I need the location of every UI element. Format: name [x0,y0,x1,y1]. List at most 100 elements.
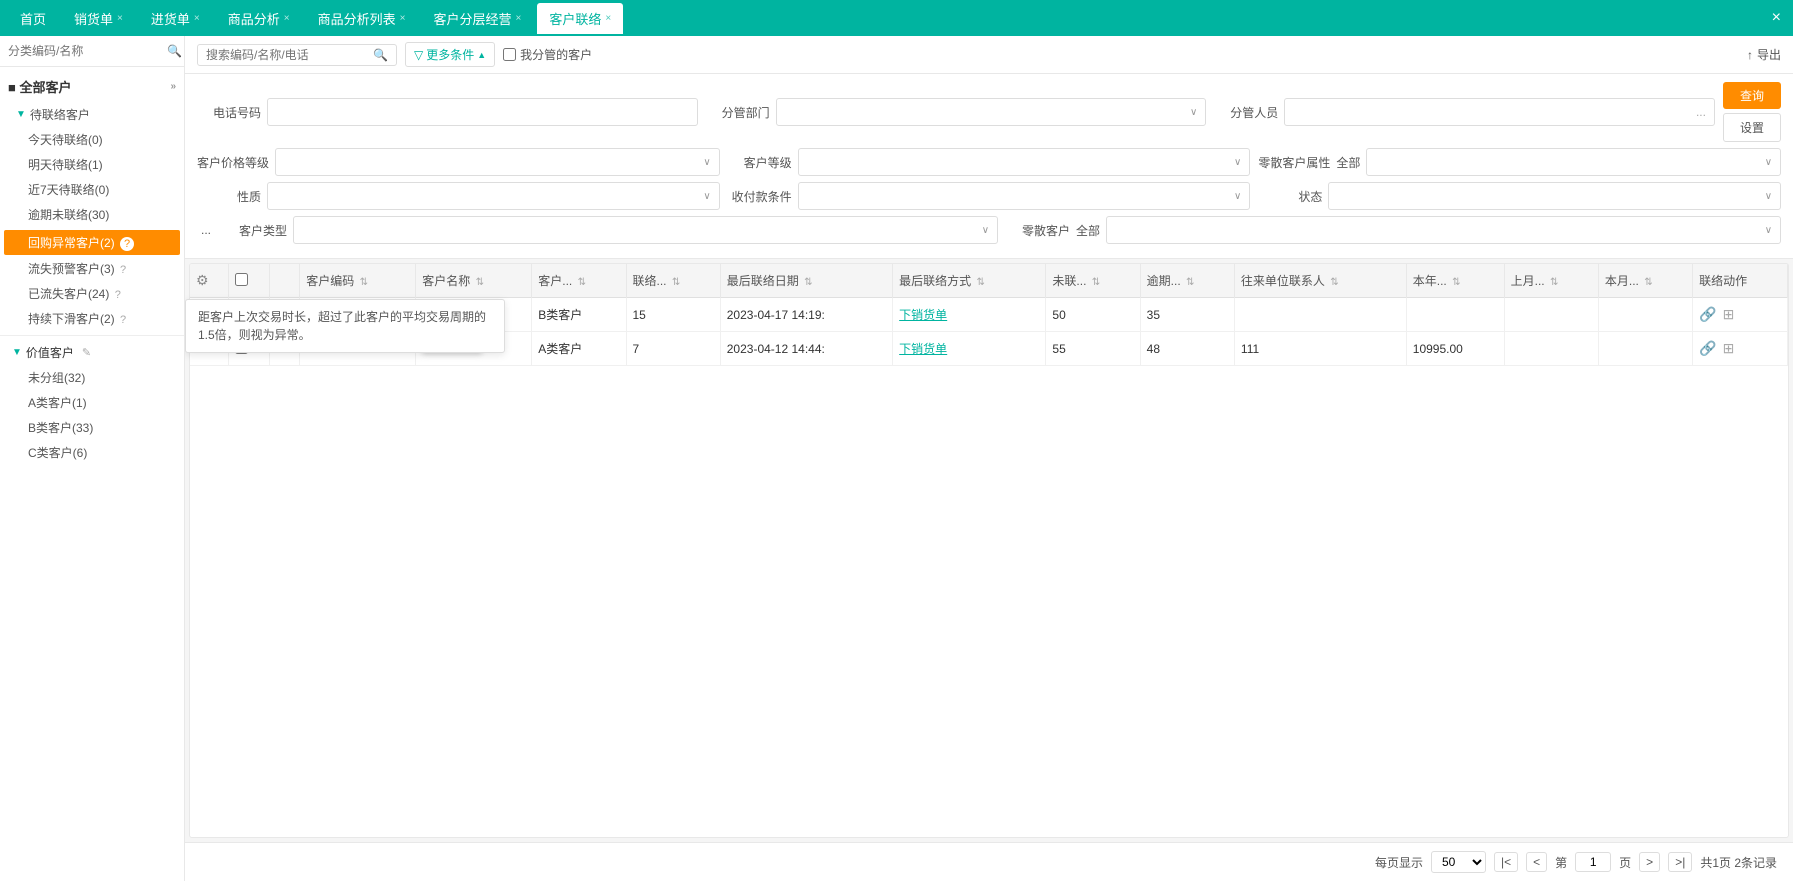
sidebar-value-edit-icon[interactable]: ✎ [82,346,91,359]
th-name[interactable]: 客户名称 ⇅ [416,264,532,298]
th-contact[interactable]: 联络... ⇅ [626,264,720,298]
filter-price-level-select[interactable]: ∨ [275,148,720,176]
filter-dept-select[interactable]: ∨ [776,98,1207,126]
th-this-month[interactable]: 本月... ⇅ [1598,264,1692,298]
sidebar-item-today[interactable]: 今天待联络(0) [0,127,184,152]
tab-sales[interactable]: 销货单 × [62,3,135,34]
filter-icon: ▽ [414,48,423,62]
th-last-month[interactable]: 上月... ⇅ [1504,264,1598,298]
filter-more-button[interactable]: ... [197,219,215,241]
filter-person: 分管人员 ... [1214,98,1715,126]
tab-product-list-close[interactable]: × [400,13,406,24]
sidebar-all-customers[interactable]: ■ 全部客户 » [0,73,184,100]
sidebar-search-input[interactable] [8,44,163,58]
sort-tmonth-icon: ⇅ [1644,277,1652,288]
filter-retail-customer-select[interactable]: ∨ [1106,216,1781,244]
th-last-contact-date[interactable]: 最后联络日期 ⇅ [720,264,892,298]
last-method-link[interactable]: 下销货单 [899,342,947,356]
tab-sales-close[interactable]: × [117,13,123,24]
sidebar-value-customers[interactable]: ▼ 价值客户 ✎ [0,340,184,365]
row-last-method[interactable]: 下销货单 [893,298,1046,332]
query-button[interactable]: 查询 [1723,82,1781,109]
filter-retail-attr-select[interactable]: ∨ [1366,148,1781,176]
tab-purchase-label: 进货单 [151,9,190,28]
sidebar-group-pending: ▼ 待联络客户 今天待联络(0) 明天待联络(1) 近7天待联络(0) 逾期未联… [0,100,184,229]
th-code[interactable]: 客户编码 ⇅ [300,264,416,298]
sidebar-item-overdue[interactable]: 逾期未联络(30) [0,202,184,227]
sidebar-item-class-c[interactable]: C类客户(6) [0,440,184,465]
export-button[interactable]: ↑ 导出 [1747,46,1781,63]
table-settings-icon[interactable]: ⚙ [196,272,209,288]
toolbar-search-icon[interactable]: 🔍 [373,48,388,62]
th-checkbox[interactable] [229,264,269,298]
tab-product-list[interactable]: 商品分析列表 × [306,3,418,34]
my-customers-filter[interactable]: 我分管的客户 [503,46,592,63]
filter-customer-level-select[interactable]: ∨ [798,148,1251,176]
sidebar-item-repurchase-abnormal[interactable]: 回购异常客户(2) ? [4,230,180,255]
sidebar-item-declining[interactable]: 持续下滑客户(2) ? [0,306,184,331]
filter-gender-label: 性质 [197,188,261,205]
page-next-button[interactable]: > [1639,852,1660,872]
tab-product-analysis-close[interactable]: × [284,13,290,24]
sidebar-item-tomorrow[interactable]: 明天待联络(1) [0,152,184,177]
sort-unit-icon: ⇅ [1330,277,1338,288]
filter-retail-customer-arrow: ∨ [1765,225,1772,236]
th-unit-contact[interactable]: 往来单位联系人 ⇅ [1234,264,1406,298]
my-customers-checkbox[interactable] [503,48,516,61]
per-page-select[interactable]: 50 100 200 [1431,851,1486,873]
tab-customer-tier-close[interactable]: × [515,13,521,24]
th-this-year[interactable]: 本年... ⇅ [1406,264,1504,298]
tab-customer-contact[interactable]: 客户联络 × [537,3,623,34]
tab-purchase[interactable]: 进货单 × [139,3,212,34]
sidebar-item-7days[interactable]: 近7天待联络(0) [0,177,184,202]
filter-gender-arrow: ∨ [703,191,710,202]
filter-gender: 性质 ∨ [197,182,720,210]
page-last-button[interactable]: >| [1668,852,1692,872]
sidebar-item-class-b[interactable]: B类客户(33) [0,415,184,440]
filter-dept-arrow: ∨ [1190,107,1197,118]
row-this-year [1406,298,1504,332]
last-method-link[interactable]: 下销货单 [899,308,947,322]
tab-customer-tier[interactable]: 客户分层经营 × [421,3,533,34]
sidebar-item-churn-warning[interactable]: 流失预警客户(3) ? [0,256,184,281]
th-overdue[interactable]: 逾期... ⇅ [1140,264,1234,298]
th-uncontacted[interactable]: 未联... ⇅ [1046,264,1140,298]
filter-status-select[interactable]: ∨ [1328,182,1781,210]
more-conditions-button[interactable]: ▽ 更多条件 ▲ [405,42,495,67]
filter-gender-select[interactable]: ∨ [267,182,720,210]
action-link-icon[interactable]: 🔗 [1699,306,1716,323]
sidebar-search-icon[interactable]: 🔍 [167,44,182,58]
tab-product-analysis[interactable]: 商品分析 × [216,3,302,34]
tab-purchase-close[interactable]: × [194,13,200,24]
toolbar-search-input[interactable] [206,48,369,62]
sidebar-group-pending-title[interactable]: ▼ 待联络客户 [0,102,184,127]
th-type[interactable]: 客户... ⇅ [532,264,626,298]
filter-customer-level: 客户等级 ∨ [728,148,1251,176]
sidebar-item-class-a[interactable]: A类客户(1) [0,390,184,415]
sidebar-item-churned[interactable]: 已流失客户(24) ? [0,281,184,306]
filter-customer-type-select[interactable]: ∨ [293,216,998,244]
tab-home[interactable]: 首页 [8,3,58,34]
filter-person-more[interactable]: ... [1696,105,1706,119]
close-all-button[interactable]: × [1772,9,1781,27]
sort-lmonth-icon: ⇅ [1550,277,1558,288]
filter-payment-select[interactable]: ∨ [798,182,1251,210]
row-uncontacted: 55 [1046,332,1140,366]
page-prev-button[interactable]: < [1526,852,1547,872]
th-settings[interactable]: ⚙ [190,264,229,298]
sidebar-item-unclassified[interactable]: 未分组(32) [0,365,184,390]
filter-phone-select[interactable] [267,98,698,126]
filter-price-level: 客户价格等级 ∨ [197,148,720,176]
action-grid-icon[interactable]: ⊞ [1723,306,1735,323]
tab-customer-contact-close[interactable]: × [605,13,611,24]
select-all-checkbox[interactable] [235,273,248,286]
th-last-contact-method[interactable]: 最后联络方式 ⇅ [893,264,1046,298]
page-number-input[interactable] [1575,852,1611,872]
action-link-icon[interactable]: 🔗 [1699,340,1716,357]
settings-button[interactable]: 设置 [1723,113,1781,142]
filter-person-select[interactable]: ... [1284,98,1715,126]
row-last-method[interactable]: 下销货单 [893,332,1046,366]
filter-retail-attr-inline: 全部 [1336,154,1360,171]
action-grid-icon[interactable]: ⊞ [1723,340,1735,357]
page-first-button[interactable]: |< [1494,852,1518,872]
